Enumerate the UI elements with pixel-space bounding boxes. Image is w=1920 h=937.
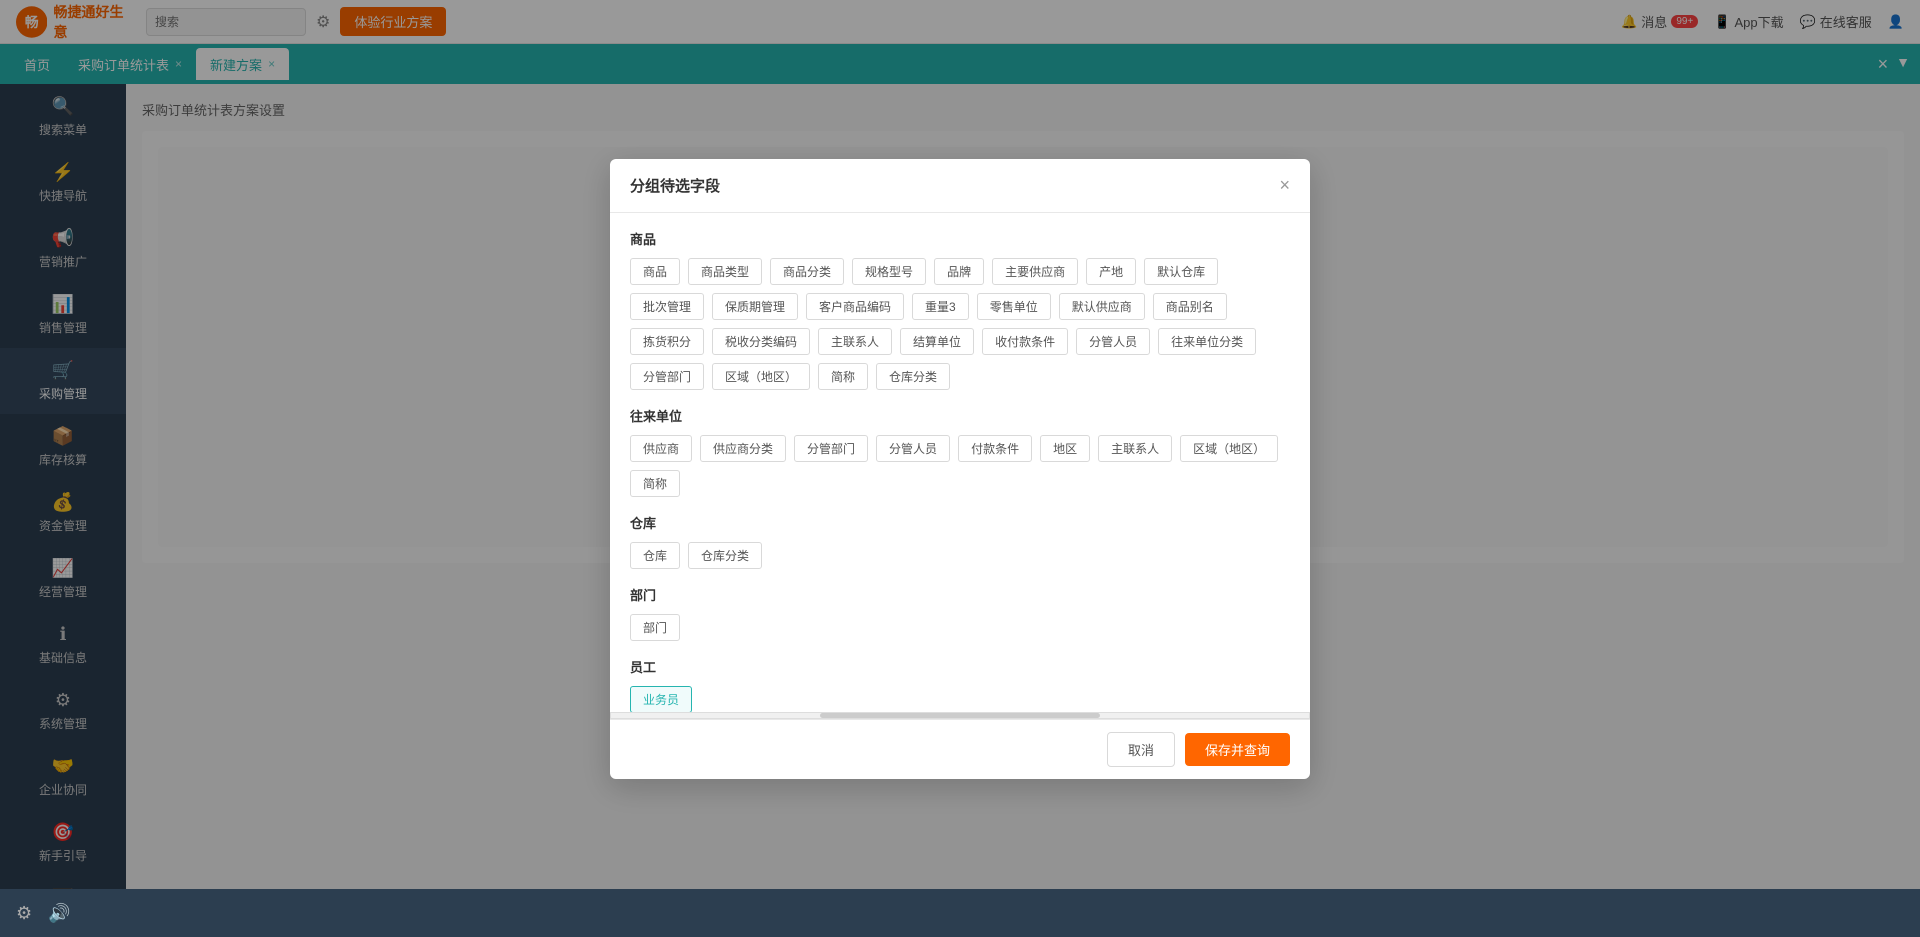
field-tag-partner-5[interactable]: 地区 <box>1040 435 1090 462</box>
field-tag-partner-6[interactable]: 主联系人 <box>1098 435 1172 462</box>
field-tag-product-8[interactable]: 批次管理 <box>630 293 704 320</box>
audio-bottom-icon[interactable]: 🔊 <box>48 903 70 924</box>
field-tag-product-18[interactable]: 结算单位 <box>900 328 974 355</box>
section-department: 部门 部门 <box>630 585 1290 641</box>
field-tag-product-14[interactable]: 商品别名 <box>1153 293 1227 320</box>
section-employee-tags: 业务员 <box>630 686 1290 712</box>
modal-footer: 取消 保存并查询 <box>610 719 1310 779</box>
section-partner-title: 往来单位 <box>630 406 1290 425</box>
modal-dialog: 分组待选字段 × 商品 商品 商品类型 商品分类 规格型号 品牌 主要供应商 产… <box>610 159 1310 779</box>
section-product-title: 商品 <box>630 229 1290 248</box>
field-tag-product-13[interactable]: 默认供应商 <box>1059 293 1145 320</box>
field-tag-product-16[interactable]: 税收分类编码 <box>712 328 810 355</box>
field-tag-partner-8[interactable]: 简称 <box>630 470 680 497</box>
field-tag-partner-3[interactable]: 分管人员 <box>876 435 950 462</box>
field-tag-partner-4[interactable]: 付款条件 <box>958 435 1032 462</box>
field-tag-product-22[interactable]: 分管部门 <box>630 363 704 390</box>
field-tag-product-6[interactable]: 产地 <box>1086 258 1136 285</box>
bottom-toolbar: ⚙ 🔊 <box>0 889 1920 937</box>
field-tag-product-17[interactable]: 主联系人 <box>818 328 892 355</box>
field-tag-product-23[interactable]: 区域（地区） <box>712 363 810 390</box>
section-product: 商品 商品 商品类型 商品分类 规格型号 品牌 主要供应商 产地 默认仓库 批次… <box>630 229 1290 390</box>
section-warehouse: 仓库 仓库 仓库分类 <box>630 513 1290 569</box>
field-tag-product-0[interactable]: 商品 <box>630 258 680 285</box>
field-tag-product-7[interactable]: 默认仓库 <box>1144 258 1218 285</box>
field-tag-product-2[interactable]: 商品分类 <box>770 258 844 285</box>
modal-body: 商品 商品 商品类型 商品分类 规格型号 品牌 主要供应商 产地 默认仓库 批次… <box>610 213 1310 712</box>
section-warehouse-title: 仓库 <box>630 513 1290 532</box>
field-tag-product-12[interactable]: 零售单位 <box>977 293 1051 320</box>
field-tag-partner-2[interactable]: 分管部门 <box>794 435 868 462</box>
field-tag-department-0[interactable]: 部门 <box>630 614 680 641</box>
modal-close-button[interactable]: × <box>1279 175 1290 196</box>
section-department-title: 部门 <box>630 585 1290 604</box>
cancel-button[interactable]: 取消 <box>1107 732 1175 767</box>
modal-header: 分组待选字段 × <box>610 159 1310 213</box>
field-tag-warehouse-1[interactable]: 仓库分类 <box>688 542 762 569</box>
field-tag-product-21[interactable]: 往来单位分类 <box>1158 328 1256 355</box>
field-tag-product-3[interactable]: 规格型号 <box>852 258 926 285</box>
field-tag-product-4[interactable]: 品牌 <box>934 258 984 285</box>
section-employee: 员工 业务员 <box>630 657 1290 712</box>
field-tag-product-11[interactable]: 重量3 <box>912 293 969 320</box>
section-department-tags: 部门 <box>630 614 1290 641</box>
field-tag-product-19[interactable]: 收付款条件 <box>982 328 1068 355</box>
section-warehouse-tags: 仓库 仓库分类 <box>630 542 1290 569</box>
section-employee-title: 员工 <box>630 657 1290 676</box>
field-tag-product-9[interactable]: 保质期管理 <box>712 293 798 320</box>
field-tag-product-15[interactable]: 拣货积分 <box>630 328 704 355</box>
field-tag-employee-0[interactable]: 业务员 <box>630 686 692 712</box>
modal-title: 分组待选字段 <box>630 175 720 196</box>
section-partner: 往来单位 供应商 供应商分类 分管部门 分管人员 付款条件 地区 主联系人 区域… <box>630 406 1290 497</box>
settings-bottom-icon[interactable]: ⚙ <box>16 903 32 924</box>
horizontal-scrollbar[interactable] <box>610 712 1310 719</box>
field-tag-partner-1[interactable]: 供应商分类 <box>700 435 786 462</box>
field-tag-partner-7[interactable]: 区域（地区） <box>1180 435 1278 462</box>
field-tag-warehouse-0[interactable]: 仓库 <box>630 542 680 569</box>
field-tag-product-20[interactable]: 分管人员 <box>1076 328 1150 355</box>
field-tag-partner-0[interactable]: 供应商 <box>630 435 692 462</box>
field-tag-product-1[interactable]: 商品类型 <box>688 258 762 285</box>
field-tag-product-5[interactable]: 主要供应商 <box>992 258 1078 285</box>
field-tag-product-10[interactable]: 客户商品编码 <box>806 293 904 320</box>
field-tag-product-25[interactable]: 仓库分类 <box>876 363 950 390</box>
section-partner-tags: 供应商 供应商分类 分管部门 分管人员 付款条件 地区 主联系人 区域（地区） … <box>630 435 1290 497</box>
save-button[interactable]: 保存并查询 <box>1185 733 1290 766</box>
section-product-tags: 商品 商品类型 商品分类 规格型号 品牌 主要供应商 产地 默认仓库 批次管理 … <box>630 258 1290 390</box>
modal-overlay: 分组待选字段 × 商品 商品 商品类型 商品分类 规格型号 品牌 主要供应商 产… <box>0 0 1920 937</box>
scroll-thumb-horizontal <box>820 713 1099 718</box>
field-tag-product-24[interactable]: 简称 <box>818 363 868 390</box>
